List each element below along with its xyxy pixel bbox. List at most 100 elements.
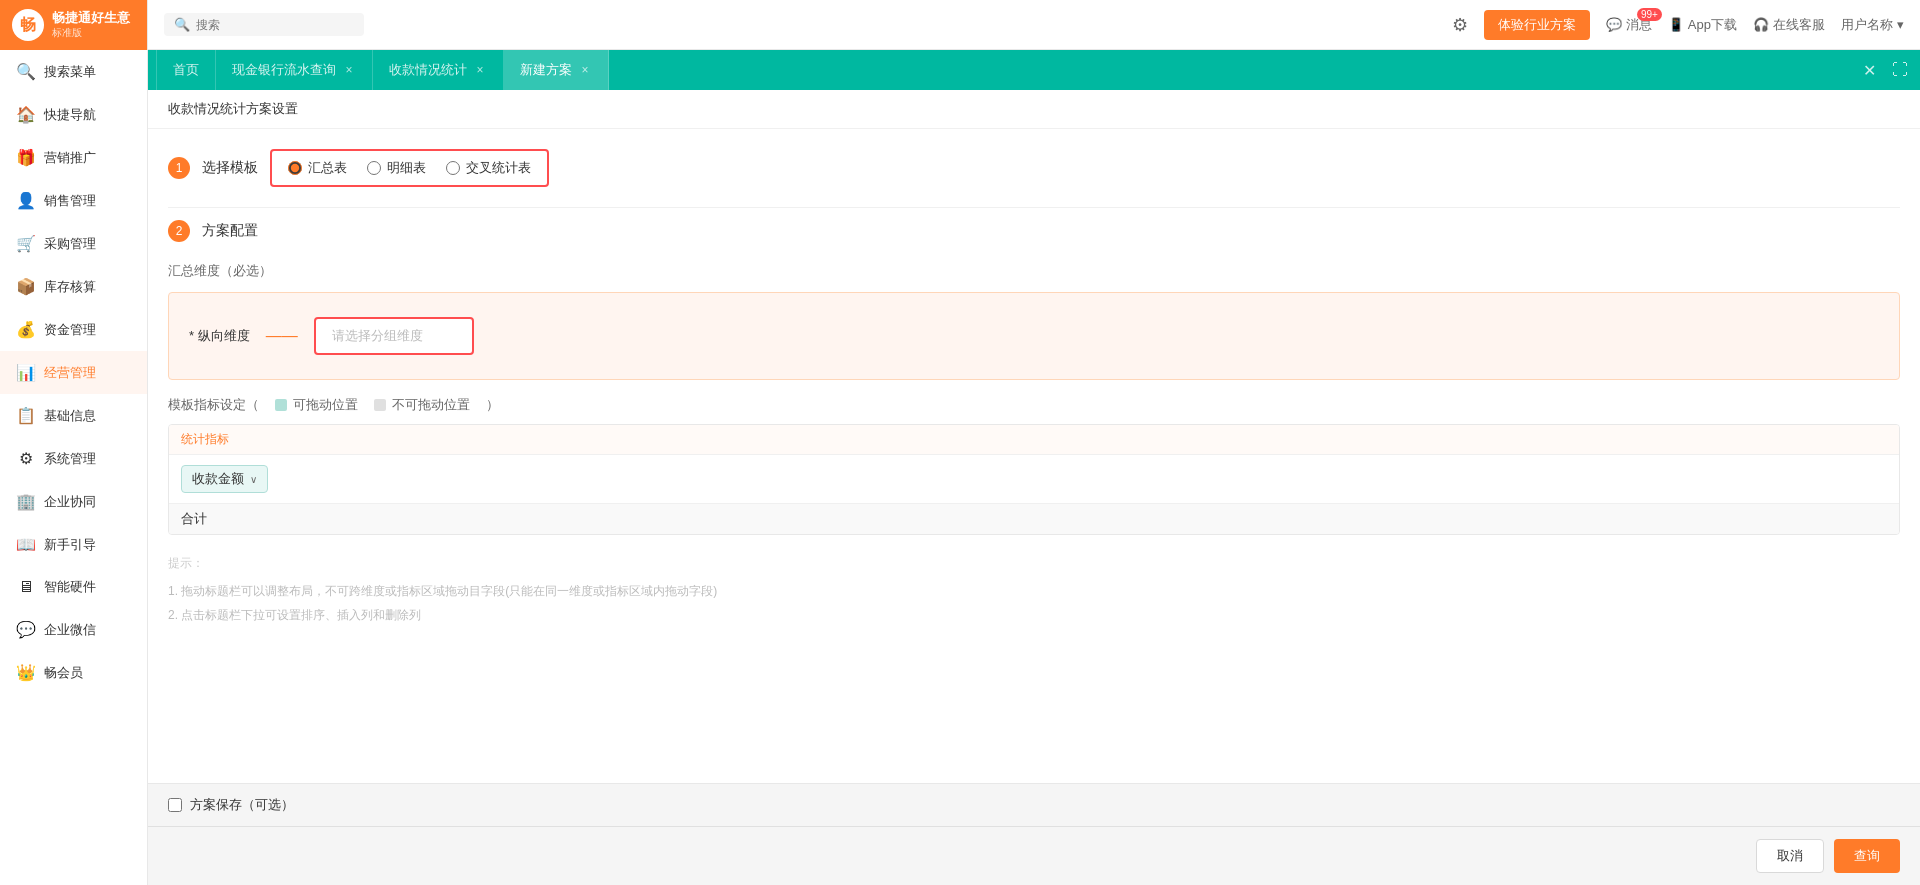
logo-title: 畅捷通好生意 — [52, 10, 130, 26]
sidebar-item-quick-nav[interactable]: 🏠 快捷导航 — [0, 93, 147, 136]
legend-draggable-label: 可拖动位置 — [293, 396, 358, 414]
tab-home-label: 首页 — [173, 61, 199, 79]
logo-subtitle: 标准版 — [52, 26, 130, 40]
divider1 — [168, 207, 1900, 208]
sidebar-item-inventory[interactable]: 📦 库存核算 — [0, 265, 147, 308]
tab-home[interactable]: 首页 — [156, 50, 216, 90]
sidebar-item-hardware[interactable]: 🖥 智能硬件 — [0, 566, 147, 608]
service-label: 在线客服 — [1773, 16, 1825, 34]
tag-dropdown-icon[interactable]: ∨ — [250, 474, 257, 485]
radio-detail-label: 明细表 — [387, 159, 426, 177]
message-button[interactable]: 💬 99+ 消息 — [1606, 16, 1652, 34]
radio-cross-input[interactable] — [446, 161, 460, 175]
radio-detail[interactable]: 明细表 — [367, 159, 426, 177]
content-area: 收款情况统计方案设置 1 选择模板 汇总表 明细表 — [148, 90, 1920, 885]
sidebar-item-label: 销售管理 — [44, 192, 96, 210]
radio-cross[interactable]: 交叉统计表 — [446, 159, 531, 177]
save-checkbox[interactable] — [168, 798, 182, 812]
dimension-row: * 纵向维度 —— 请选择分组维度 — [189, 317, 1879, 355]
sidebar-item-label: 搜索菜单 — [44, 63, 96, 81]
logo-text-block: 畅捷通好生意 标准版 — [52, 10, 130, 40]
search-bar[interactable]: 🔍 — [164, 13, 364, 36]
trial-button[interactable]: 体验行业方案 — [1484, 10, 1590, 40]
tab-close-all-icon[interactable]: ✕ — [1859, 57, 1880, 84]
sidebar-nav: 🔍 搜索菜单 🏠 快捷导航 🎁 营销推广 👤 销售管理 🛒 采购管理 📦 库存核… — [0, 50, 147, 885]
sidebar-logo: 畅 畅捷通好生意 标准版 — [0, 0, 147, 50]
sidebar-item-finance[interactable]: 💰 资金管理 — [0, 308, 147, 351]
draggable-dot — [275, 399, 287, 411]
arrow-icon: —— — [266, 327, 298, 345]
step1-row: 1 选择模板 汇总表 明细表 交叉统计表 — [168, 149, 1900, 187]
sidebar-item-label: 新手引导 — [44, 536, 96, 554]
sidebar-item-wechat[interactable]: 💬 企业微信 — [0, 608, 147, 651]
download-icon: 📱 — [1668, 17, 1684, 32]
radio-summary-input[interactable] — [288, 161, 302, 175]
tab-bank-flow[interactable]: 现金银行流水查询 × — [216, 50, 373, 90]
top-header: 🔍 ⚙ 体验行业方案 💬 99+ 消息 📱 App下载 🎧 在线客服 — [148, 0, 1920, 50]
indicator-table: 统计指标 收款金额 ∨ 合计 — [168, 424, 1900, 535]
sidebar: 畅 畅捷通好生意 标准版 🔍 搜索菜单 🏠 快捷导航 🎁 营销推广 👤 销售管理… — [0, 0, 148, 885]
tab-collection-stat-close[interactable]: × — [473, 63, 487, 77]
tab-bar-actions: ✕ ⛶ — [1859, 57, 1912, 84]
tips-area: 提示： 1. 拖动标题栏可以调整布局，不可跨维度或指标区域拖动目字段(只能在同一… — [168, 551, 1900, 627]
dimension-select[interactable]: 请选择分组维度 — [314, 317, 474, 355]
sidebar-item-member[interactable]: 👑 畅会员 — [0, 651, 147, 694]
radio-cross-label: 交叉统计表 — [466, 159, 531, 177]
sidebar-item-basic[interactable]: 📋 基础信息 — [0, 394, 147, 437]
message-badge: 99+ — [1637, 8, 1662, 21]
app-download-link[interactable]: 📱 App下载 — [1668, 16, 1737, 34]
sidebar-item-label: 系统管理 — [44, 450, 96, 468]
search-input[interactable] — [196, 18, 316, 32]
query-button[interactable]: 查询 — [1834, 839, 1900, 873]
gear-icon: ⚙ — [16, 449, 36, 468]
user-name-button[interactable]: 用户名称 ▾ — [1841, 16, 1904, 34]
tab-new-scheme[interactable]: 新建方案 × — [504, 50, 609, 90]
sidebar-item-sales[interactable]: 👤 销售管理 — [0, 179, 147, 222]
tab-expand-icon[interactable]: ⛶ — [1888, 57, 1912, 83]
indicator-tags-row: 收款金额 ∨ — [169, 455, 1899, 503]
clipboard-icon: 📋 — [16, 406, 36, 425]
sidebar-item-label: 库存核算 — [44, 278, 96, 296]
main-area: 🔍 ⚙ 体验行业方案 💬 99+ 消息 📱 App下载 🎧 在线客服 — [148, 0, 1920, 885]
money-icon: 💰 — [16, 320, 36, 339]
tab-collection-stat[interactable]: 收款情况统计 × — [373, 50, 504, 90]
save-row: 方案保存（可选） — [148, 783, 1920, 826]
tips-line1: 1. 拖动标题栏可以调整布局，不可跨维度或指标区域拖动目字段(只能在同一维度或指… — [168, 579, 1900, 603]
sidebar-item-marketing[interactable]: 🎁 营销推广 — [0, 136, 147, 179]
sidebar-item-label: 企业协同 — [44, 493, 96, 511]
radio-summary[interactable]: 汇总表 — [288, 159, 347, 177]
monitor-icon: 🖥 — [16, 578, 36, 596]
settings-gear-icon[interactable]: ⚙ — [1452, 14, 1468, 36]
tips-title: 提示： — [168, 551, 1900, 575]
sidebar-item-label: 畅会员 — [44, 664, 83, 682]
sidebar-item-search[interactable]: 🔍 搜索菜单 — [0, 50, 147, 93]
cancel-button[interactable]: 取消 — [1756, 839, 1824, 873]
sidebar-item-operation[interactable]: 📊 经营管理 — [0, 351, 147, 394]
online-service-link[interactable]: 🎧 在线客服 — [1753, 16, 1825, 34]
tab-new-scheme-close[interactable]: × — [578, 63, 592, 77]
tab-bank-flow-close[interactable]: × — [342, 63, 356, 77]
box-icon: 📦 — [16, 277, 36, 296]
bottom-bar: 取消 查询 — [148, 826, 1920, 885]
indicator-tag-amount[interactable]: 收款金额 ∨ — [181, 465, 268, 493]
header-right: 💬 99+ 消息 📱 App下载 🎧 在线客服 用户名称 ▾ — [1606, 16, 1904, 34]
crown-icon: 👑 — [16, 663, 36, 682]
sidebar-item-label: 资金管理 — [44, 321, 96, 339]
save-label: 方案保存（可选） — [190, 796, 294, 814]
radio-group: 汇总表 明细表 交叉统计表 — [288, 159, 531, 177]
home-icon: 🏠 — [16, 105, 36, 124]
sidebar-item-purchase[interactable]: 🛒 采购管理 — [0, 222, 147, 265]
sidebar-item-system[interactable]: ⚙ 系统管理 — [0, 437, 147, 480]
building-icon: 🏢 — [16, 492, 36, 511]
sidebar-item-enterprise[interactable]: 🏢 企业协同 — [0, 480, 147, 523]
service-icon: 🎧 — [1753, 17, 1769, 32]
row-label: * 纵向维度 — [189, 327, 250, 345]
message-icon: 💬 — [1606, 17, 1622, 32]
user-label: 用户名称 — [1841, 16, 1893, 34]
radio-detail-input[interactable] — [367, 161, 381, 175]
gift-icon: 🎁 — [16, 148, 36, 167]
legend-close-paren: ） — [486, 396, 499, 414]
sidebar-item-guide[interactable]: 📖 新手引导 — [0, 523, 147, 566]
tab-collection-stat-label: 收款情况统计 — [389, 61, 467, 79]
step2-label: 方案配置 — [202, 222, 258, 240]
